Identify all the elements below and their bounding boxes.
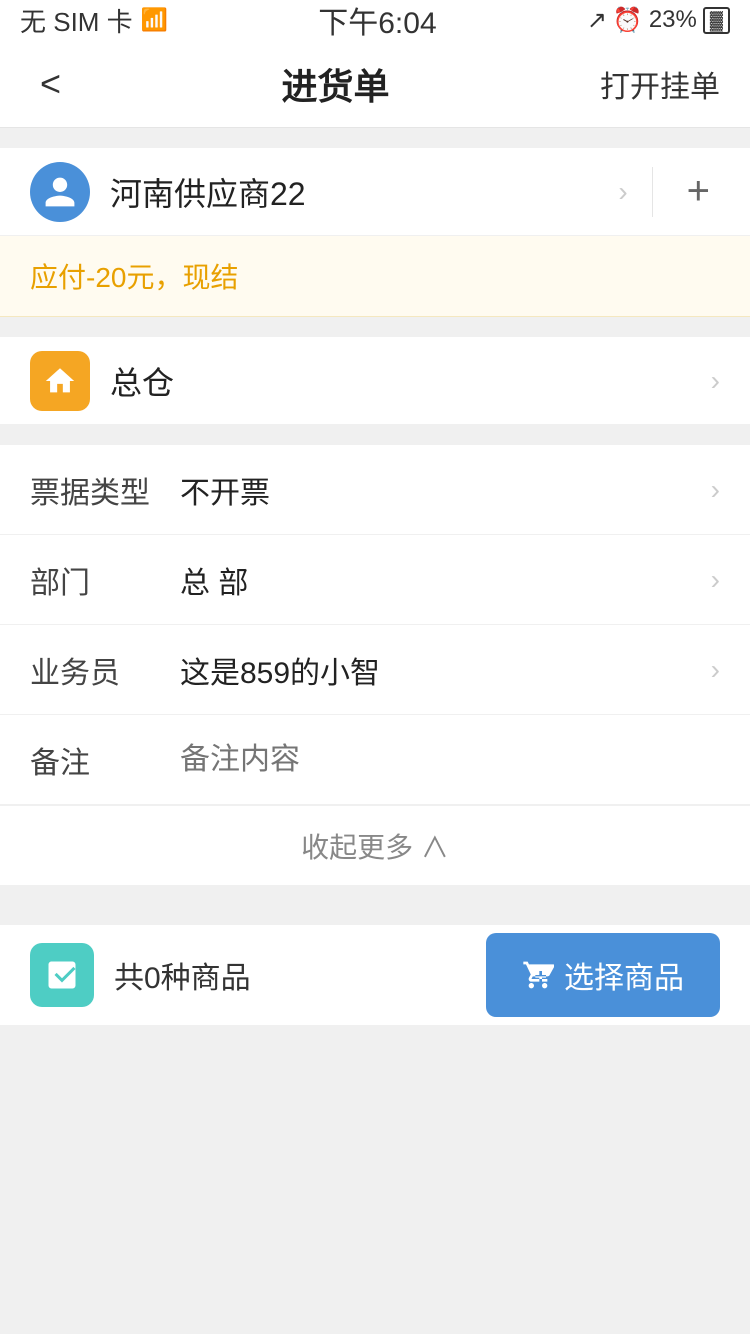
sales-label: 业务员	[30, 648, 160, 692]
collapse-label: 收起更多 ∧	[301, 826, 449, 866]
status-left: 无 SIM 卡 📶	[20, 2, 168, 39]
dept-chevron-icon: ›	[711, 564, 720, 596]
warning-banner: 应付-20元，现结	[0, 236, 750, 317]
remark-row[interactable]: 备注	[0, 715, 750, 805]
location-icon: ↗	[587, 6, 607, 35]
page-title: 进货单	[282, 58, 390, 110]
form-section: 票据类型 不开票 › 部门 总 部 › 业务员 这是859的小智 › 备注 收起…	[0, 445, 750, 885]
status-bar: 无 SIM 卡 📶 下午6:04 ↗ ⏰ 23% ▓	[0, 0, 750, 40]
alarm-icon: ⏰	[613, 6, 643, 35]
warehouse-label: 总仓	[110, 358, 711, 404]
status-time: 下午6:04	[318, 0, 436, 42]
supplier-name: 河南供应商22	[110, 169, 618, 215]
status-right: ↗ ⏰ 23% ▓	[587, 6, 730, 35]
dept-value: 总 部	[160, 558, 711, 602]
remark-input[interactable]	[160, 743, 720, 777]
invoice-row[interactable]: 票据类型 不开票 ›	[0, 445, 750, 535]
sales-chevron-icon: ›	[711, 654, 720, 686]
cart-icon	[522, 959, 554, 991]
select-product-button[interactable]: 选择商品	[486, 933, 720, 1017]
warehouse-row[interactable]: 总仓 ›	[0, 337, 750, 425]
nav-bar: < 进货单 打开挂单	[0, 40, 750, 128]
collapse-button[interactable]: 收起更多 ∧	[0, 805, 750, 885]
warning-text: 应付-20元，现结	[30, 262, 238, 293]
section-gap-1	[0, 128, 750, 148]
sales-value: 这是859的小智	[160, 648, 711, 692]
warehouse-icon	[43, 364, 77, 398]
supplier-avatar	[30, 162, 90, 222]
sim-status: 无 SIM 卡	[20, 2, 133, 39]
battery-status: 23%	[649, 6, 697, 34]
invoice-chevron-icon: ›	[711, 474, 720, 506]
invoice-value: 不开票	[160, 468, 711, 512]
supplier-card: 河南供应商22 › + 应付-20元，现结	[0, 148, 750, 317]
vertical-divider	[652, 167, 653, 217]
bottom-bar: 共0种商品 选择商品	[0, 925, 750, 1025]
product-icon-bg	[30, 943, 94, 1007]
product-count: 共0种商品	[114, 953, 486, 997]
section-gap-2	[0, 317, 750, 337]
user-icon	[42, 174, 78, 210]
section-gap-4	[0, 885, 750, 905]
back-button[interactable]: <	[30, 53, 71, 115]
invoice-label: 票据类型	[30, 468, 160, 512]
battery-icon: ▓	[703, 7, 730, 34]
supplier-row[interactable]: 河南供应商22 › +	[0, 148, 750, 236]
warehouse-chevron-icon: ›	[711, 365, 720, 397]
open-pending-button[interactable]: 打开挂单	[600, 62, 720, 106]
section-gap-3	[0, 425, 750, 445]
dept-row[interactable]: 部门 总 部 ›	[0, 535, 750, 625]
warehouse-icon-bg	[30, 351, 90, 411]
select-btn-label: 选择商品	[564, 953, 684, 997]
supplier-chevron-icon: ›	[618, 176, 627, 208]
wifi-icon: 📶	[141, 7, 168, 33]
remark-label: 备注	[30, 738, 160, 782]
product-icon	[44, 957, 80, 993]
sales-row[interactable]: 业务员 这是859的小智 ›	[0, 625, 750, 715]
dept-label: 部门	[30, 558, 160, 602]
add-supplier-button[interactable]: +	[677, 169, 720, 214]
